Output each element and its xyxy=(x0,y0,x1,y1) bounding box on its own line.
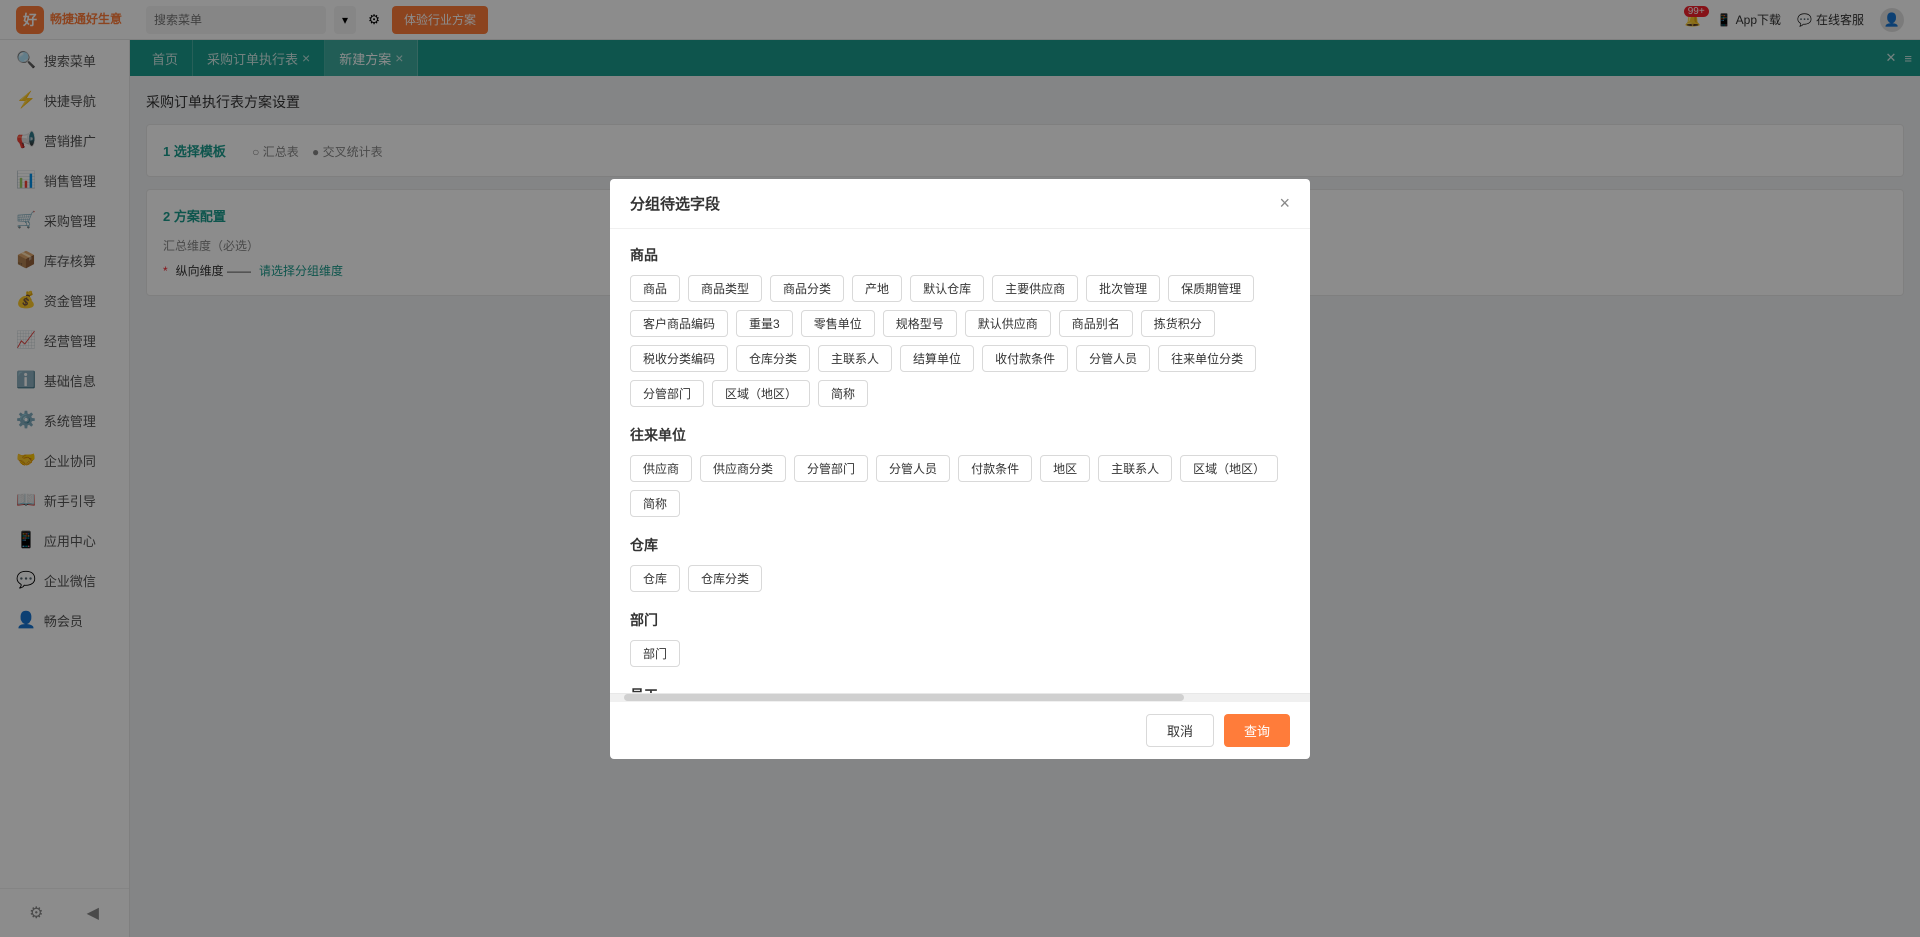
modal-close-btn[interactable]: × xyxy=(1279,193,1290,214)
field-tag-goods-16[interactable]: 仓库分类 xyxy=(736,345,810,372)
modal-overlay: 分组待选字段 × 商品 商品 商品类型 商品分类 产地 默认仓库 主要供应商 批… xyxy=(0,0,1920,937)
modal-horizontal-scrollbar[interactable] xyxy=(610,693,1310,700)
field-tag-goods-0[interactable]: 商品 xyxy=(630,275,680,302)
field-tags-goods: 商品 商品类型 商品分类 产地 默认仓库 主要供应商 批次管理 保质期管理 客户… xyxy=(630,275,1290,407)
field-tag-goods-10[interactable]: 零售单位 xyxy=(801,310,875,337)
field-section-goods: 商品 商品 商品类型 商品分类 产地 默认仓库 主要供应商 批次管理 保质期管理… xyxy=(630,245,1290,407)
field-tag-warehouse-1[interactable]: 仓库分类 xyxy=(688,565,762,592)
cancel-button[interactable]: 取消 xyxy=(1146,714,1214,747)
field-tag-partner-6[interactable]: 主联系人 xyxy=(1098,455,1172,482)
field-section-dept: 部门 部门 xyxy=(630,610,1290,667)
field-tag-goods-12[interactable]: 默认供应商 xyxy=(965,310,1051,337)
confirm-button[interactable]: 查询 xyxy=(1224,714,1290,747)
field-tag-goods-5[interactable]: 主要供应商 xyxy=(992,275,1078,302)
field-tag-partner-8[interactable]: 简称 xyxy=(630,490,680,517)
field-tag-goods-24[interactable]: 简称 xyxy=(818,380,868,407)
field-tag-partner-4[interactable]: 付款条件 xyxy=(958,455,1032,482)
field-section-partner: 往来单位 供应商 供应商分类 分管部门 分管人员 付款条件 地区 主联系人 区域… xyxy=(630,425,1290,517)
field-tag-goods-21[interactable]: 往来单位分类 xyxy=(1158,345,1256,372)
field-tag-partner-3[interactable]: 分管人员 xyxy=(876,455,950,482)
field-tag-goods-4[interactable]: 默认仓库 xyxy=(910,275,984,302)
field-tags-dept: 部门 xyxy=(630,640,1290,667)
modal-body[interactable]: 商品 商品 商品类型 商品分类 产地 默认仓库 主要供应商 批次管理 保质期管理… xyxy=(610,229,1310,694)
field-tag-goods-19[interactable]: 收付款条件 xyxy=(982,345,1068,372)
field-tag-goods-8[interactable]: 客户商品编码 xyxy=(630,310,728,337)
modal-hscroll-thumb xyxy=(624,694,1184,700)
field-tags-partner: 供应商 供应商分类 分管部门 分管人员 付款条件 地区 主联系人 区域（地区） … xyxy=(630,455,1290,517)
field-tag-goods-3[interactable]: 产地 xyxy=(852,275,902,302)
field-tag-goods-17[interactable]: 主联系人 xyxy=(818,345,892,372)
field-tag-partner-5[interactable]: 地区 xyxy=(1040,455,1090,482)
modal-title: 分组待选字段 xyxy=(630,193,720,214)
field-tag-warehouse-0[interactable]: 仓库 xyxy=(630,565,680,592)
field-tag-goods-9[interactable]: 重量3 xyxy=(736,310,793,337)
modal-header: 分组待选字段 × xyxy=(610,179,1310,229)
field-tag-goods-14[interactable]: 拣货积分 xyxy=(1141,310,1215,337)
field-tag-goods-11[interactable]: 规格型号 xyxy=(883,310,957,337)
field-tag-partner-0[interactable]: 供应商 xyxy=(630,455,692,482)
field-tag-goods-22[interactable]: 分管部门 xyxy=(630,380,704,407)
field-tag-goods-23[interactable]: 区域（地区） xyxy=(712,380,810,407)
field-tag-partner-2[interactable]: 分管部门 xyxy=(794,455,868,482)
field-tag-partner-1[interactable]: 供应商分类 xyxy=(700,455,786,482)
field-tags-warehouse: 仓库 仓库分类 xyxy=(630,565,1290,592)
field-tag-goods-6[interactable]: 批次管理 xyxy=(1086,275,1160,302)
field-tag-goods-13[interactable]: 商品别名 xyxy=(1059,310,1133,337)
field-tag-goods-2[interactable]: 商品分类 xyxy=(770,275,844,302)
field-tag-goods-18[interactable]: 结算单位 xyxy=(900,345,974,372)
field-select-modal: 分组待选字段 × 商品 商品 商品类型 商品分类 产地 默认仓库 主要供应商 批… xyxy=(610,179,1310,759)
section-title-partner: 往来单位 xyxy=(630,425,1290,445)
field-tag-goods-15[interactable]: 税收分类编码 xyxy=(630,345,728,372)
modal-footer: 取消 查询 xyxy=(610,701,1310,759)
section-title-goods: 商品 xyxy=(630,245,1290,265)
section-title-warehouse: 仓库 xyxy=(630,535,1290,555)
section-title-dept: 部门 xyxy=(630,610,1290,630)
field-tag-goods-20[interactable]: 分管人员 xyxy=(1076,345,1150,372)
section-title-employee: 员工 xyxy=(630,685,1290,694)
field-tag-partner-7[interactable]: 区域（地区） xyxy=(1180,455,1278,482)
field-tag-goods-1[interactable]: 商品类型 xyxy=(688,275,762,302)
field-section-warehouse: 仓库 仓库 仓库分类 xyxy=(630,535,1290,592)
field-tag-dept-0[interactable]: 部门 xyxy=(630,640,680,667)
field-section-employee: 员工 业务员 xyxy=(630,685,1290,694)
field-tag-goods-7[interactable]: 保质期管理 xyxy=(1168,275,1254,302)
